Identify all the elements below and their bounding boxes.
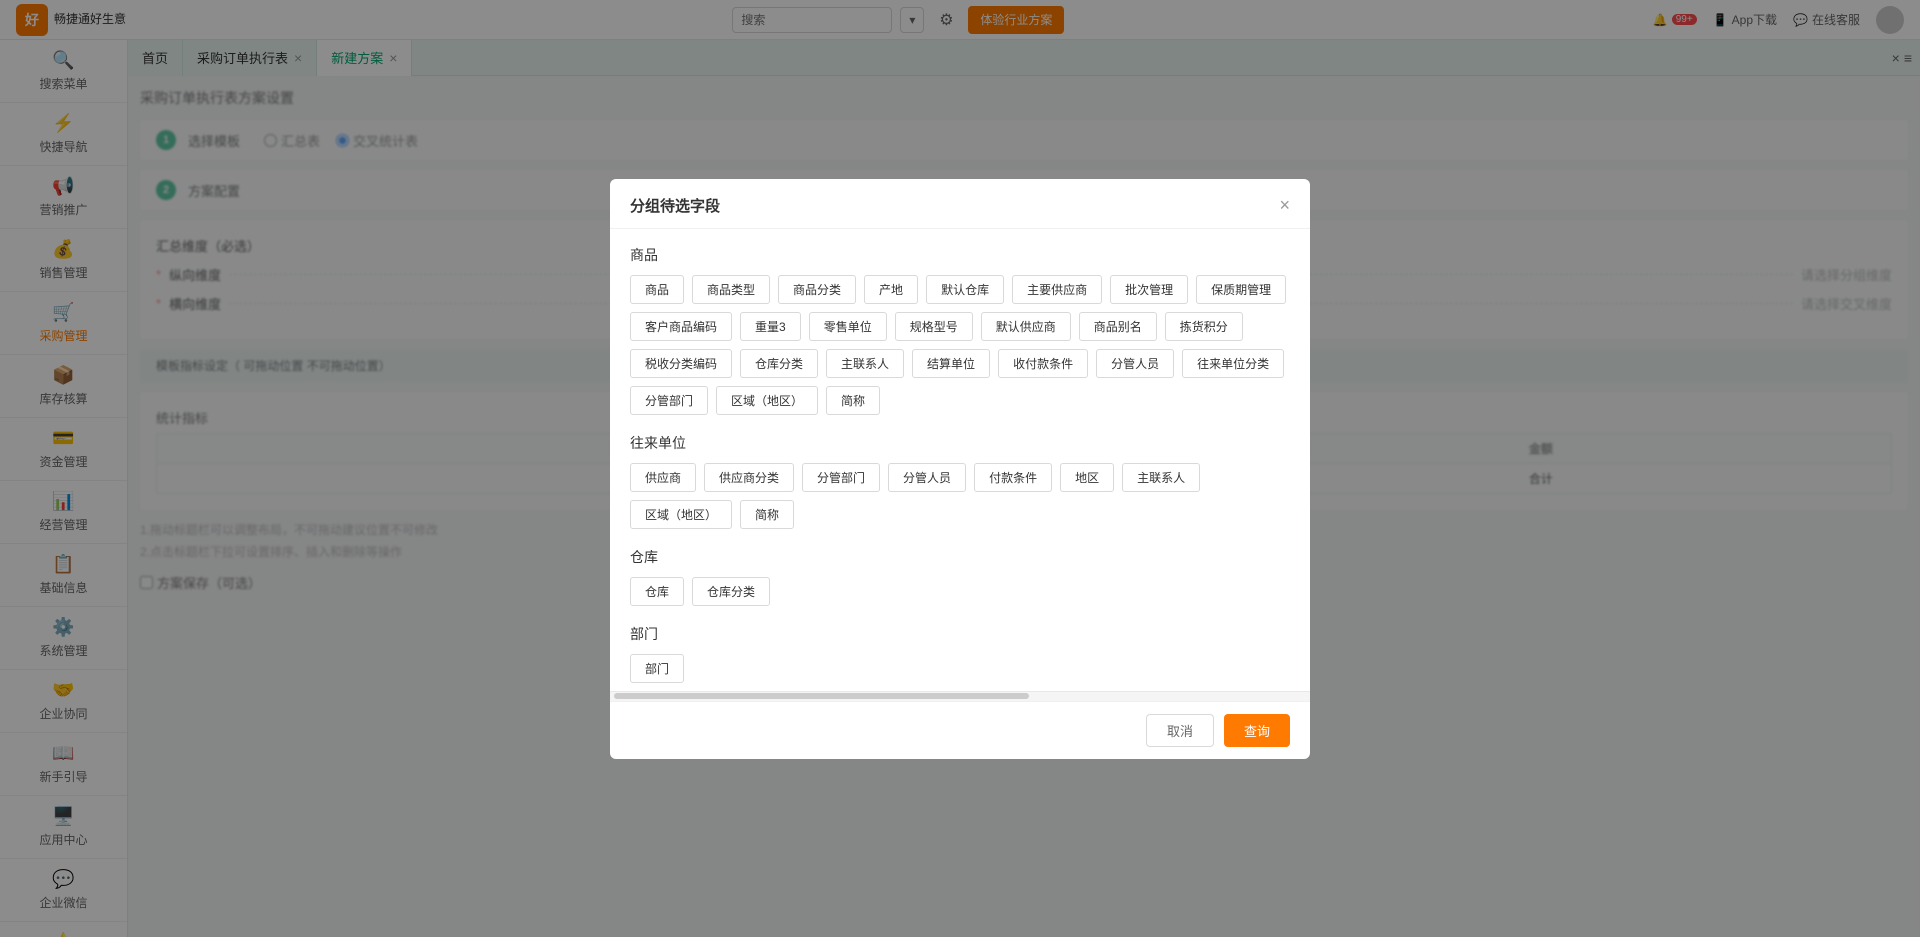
chip-goods-category[interactable]: 商品分类	[778, 275, 856, 304]
modal-hscroll-thumb	[614, 693, 1029, 699]
modal-header: 分组待选字段 ×	[610, 179, 1310, 229]
chip-warehouse[interactable]: 仓库	[630, 577, 684, 606]
chip-goods-alias[interactable]: 商品别名	[1079, 312, 1157, 341]
modal-close-btn[interactable]: ×	[1279, 195, 1290, 216]
chip-region-goods[interactable]: 区域（地区）	[716, 386, 818, 415]
chip-region-counterpart[interactable]: 区域（地区）	[630, 500, 732, 529]
chip-tax-code[interactable]: 税收分类编码	[630, 349, 732, 378]
section-dept: 部门 部门	[630, 624, 1290, 683]
chip-payment-terms[interactable]: 收付款条件	[998, 349, 1088, 378]
section-goods: 商品 商品 商品类型 商品分类 产地 默认仓库 主要供应商 批次管理 保质期管理…	[630, 245, 1290, 415]
section-counterpart-chips: 供应商 供应商分类 分管部门 分管人员 付款条件 地区 主联系人 区域（地区） …	[630, 463, 1290, 529]
chip-expiry-mgmt[interactable]: 保质期管理	[1196, 275, 1286, 304]
chip-customer-code[interactable]: 客户商品编码	[630, 312, 732, 341]
chip-default-supplier[interactable]: 默认供应商	[981, 312, 1071, 341]
chip-person-in-charge[interactable]: 分管人员	[1096, 349, 1174, 378]
chip-warehouse-cat[interactable]: 仓库分类	[692, 577, 770, 606]
confirm-btn[interactable]: 查询	[1224, 714, 1290, 747]
modal-overlay: 分组待选字段 × 商品 商品 商品类型 商品分类 产地 默认仓库 主要供应商 批…	[0, 0, 1920, 937]
section-warehouse: 仓库 仓库 仓库分类	[630, 547, 1290, 606]
chip-goods-type[interactable]: 商品类型	[692, 275, 770, 304]
chip-supplier[interactable]: 供应商	[630, 463, 696, 492]
chip-settlement-unit[interactable]: 结算单位	[912, 349, 990, 378]
chip-main-contact[interactable]: 主联系人	[826, 349, 904, 378]
chip-pay-terms-counterpart[interactable]: 付款条件	[974, 463, 1052, 492]
chip-dept[interactable]: 部门	[630, 654, 684, 683]
modal-footer: 取消 查询	[610, 701, 1310, 759]
chip-warehouse-category[interactable]: 仓库分类	[740, 349, 818, 378]
chip-batch-mgmt[interactable]: 批次管理	[1110, 275, 1188, 304]
section-dept-chips: 部门	[630, 654, 1290, 683]
chip-pick-points[interactable]: 拣货积分	[1165, 312, 1243, 341]
chip-supplier-category[interactable]: 供应商分类	[704, 463, 794, 492]
chip-retail-unit[interactable]: 零售单位	[809, 312, 887, 341]
chip-weight[interactable]: 重量3	[740, 312, 801, 341]
chip-spec-model[interactable]: 规格型号	[895, 312, 973, 341]
chip-dept-mgmt[interactable]: 分管部门	[630, 386, 708, 415]
chip-area-counterpart[interactable]: 地区	[1060, 463, 1114, 492]
section-counterpart-title: 往来单位	[630, 433, 1290, 453]
section-warehouse-title: 仓库	[630, 547, 1290, 567]
chip-goods[interactable]: 商品	[630, 275, 684, 304]
chip-main-supplier[interactable]: 主要供应商	[1012, 275, 1102, 304]
section-goods-title: 商品	[630, 245, 1290, 265]
modal-title: 分组待选字段	[630, 195, 720, 216]
section-counterpart: 往来单位 供应商 供应商分类 分管部门 分管人员 付款条件 地区 主联系人 区域…	[630, 433, 1290, 529]
cancel-btn[interactable]: 取消	[1146, 714, 1214, 747]
section-warehouse-chips: 仓库 仓库分类	[630, 577, 1290, 606]
chip-dept-counterpart[interactable]: 分管部门	[802, 463, 880, 492]
chip-abbr-counterpart[interactable]: 简称	[740, 500, 794, 529]
chip-abbr-goods[interactable]: 简称	[826, 386, 880, 415]
modal-hscroll[interactable]	[610, 691, 1310, 701]
chip-default-warehouse[interactable]: 默认仓库	[926, 275, 1004, 304]
modal-body: 商品 商品 商品类型 商品分类 产地 默认仓库 主要供应商 批次管理 保质期管理…	[610, 229, 1310, 691]
section-goods-chips: 商品 商品类型 商品分类 产地 默认仓库 主要供应商 批次管理 保质期管理 客户…	[630, 275, 1290, 415]
chip-origin[interactable]: 产地	[864, 275, 918, 304]
chip-main-contact-counterpart[interactable]: 主联系人	[1122, 463, 1200, 492]
chip-person-counterpart[interactable]: 分管人员	[888, 463, 966, 492]
section-dept-title: 部门	[630, 624, 1290, 644]
chip-counterpart-category[interactable]: 往来单位分类	[1182, 349, 1284, 378]
field-select-modal: 分组待选字段 × 商品 商品 商品类型 商品分类 产地 默认仓库 主要供应商 批…	[610, 179, 1310, 759]
